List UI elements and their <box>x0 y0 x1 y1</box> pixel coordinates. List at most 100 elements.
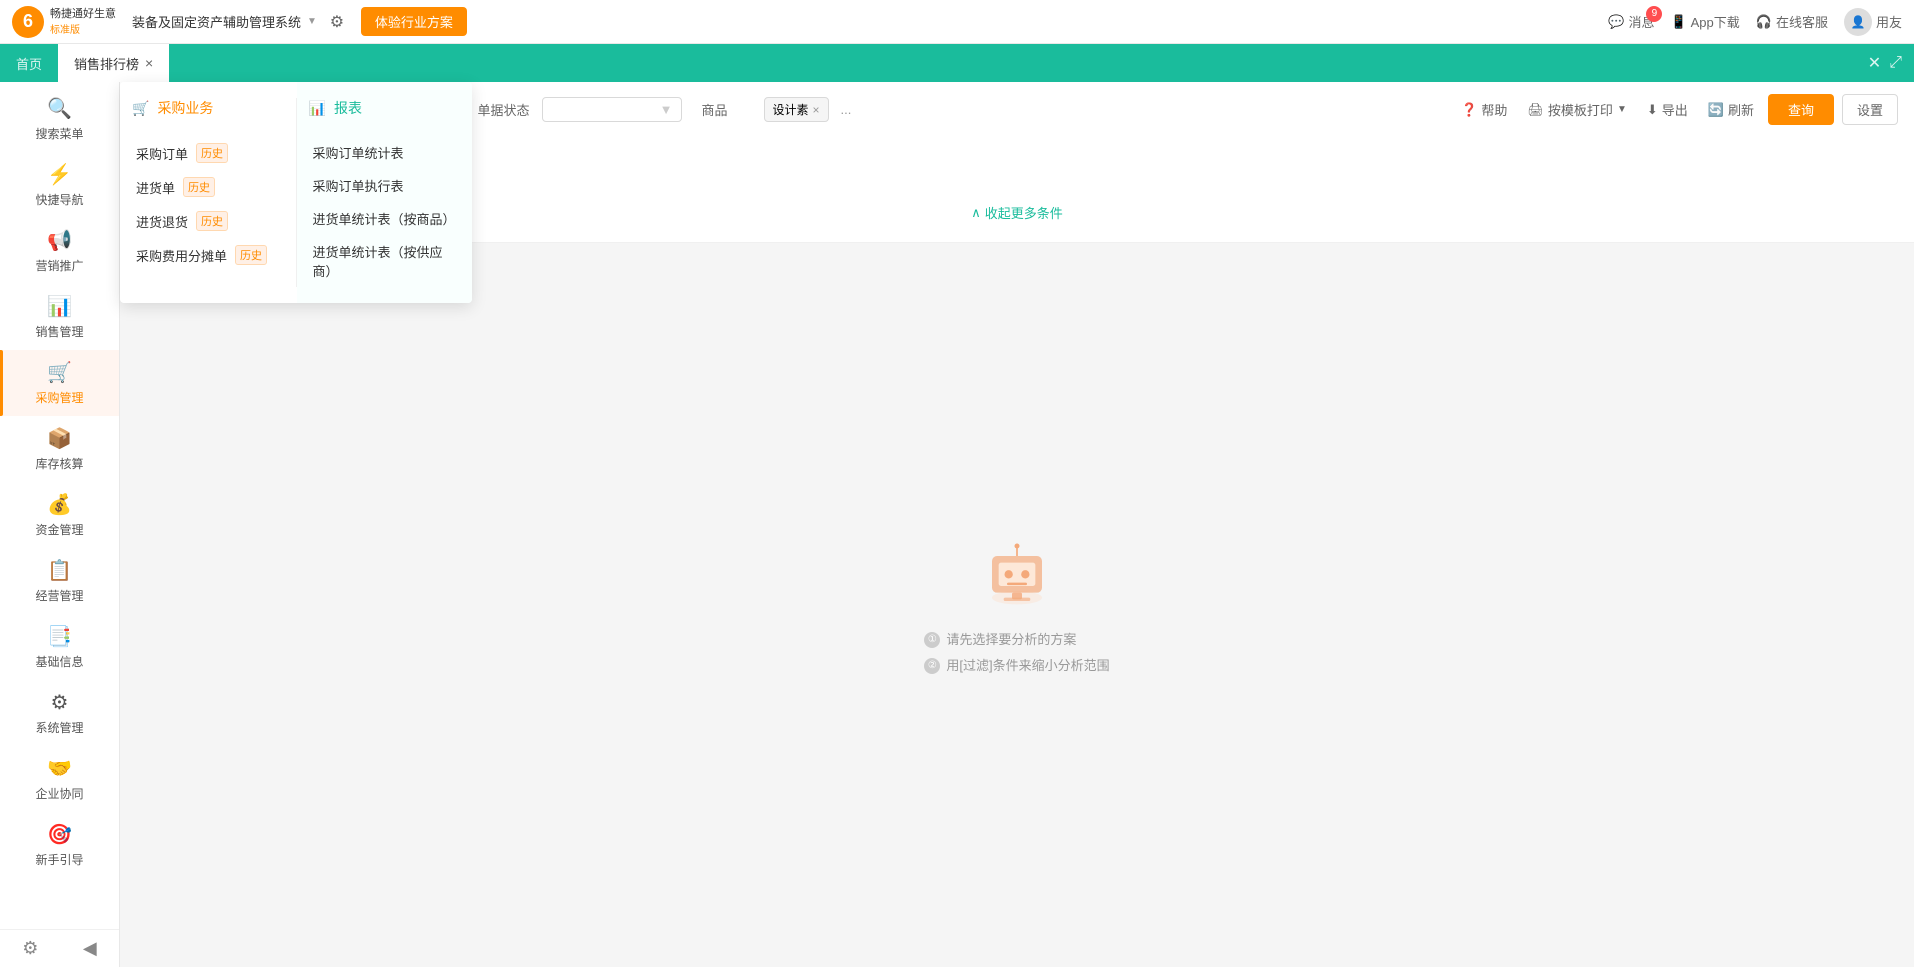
sidebar-item-basic-info[interactable]: 📑 基础信息 <box>0 614 119 680</box>
empty-illustration <box>967 531 1067 611</box>
goods-stat-by-product-label: 进货单统计表（按商品） <box>313 209 456 228</box>
tab-home[interactable]: 首页 <box>0 44 58 82</box>
app-label: App下载 <box>1691 12 1740 31</box>
report-section-header: 📊 报表 <box>309 98 461 124</box>
menu-item-goods-return[interactable]: 进货退货 历史 <box>132 204 284 238</box>
export-button[interactable]: ⬇ 导出 <box>1641 96 1694 123</box>
menu-item-purchase-order-stat[interactable]: 采购订单统计表 <box>309 136 461 169</box>
help-button[interactable]: ❓ 帮助 <box>1455 96 1513 123</box>
tip-text-1: 请先选择要分析的方案 <box>946 627 1076 653</box>
tab-close-icon[interactable]: × <box>145 55 153 71</box>
menu-item-purchase-expense[interactable]: 采购费用分摊单 历史 <box>132 238 284 272</box>
report-section-title: 报表 <box>334 98 362 118</box>
brand-name: 畅捷通好生意 <box>50 7 116 21</box>
purchase-order-history-tag: 历史 <box>196 143 228 163</box>
system-title-area[interactable]: 装备及固定资产辅助管理系统 ▼ <box>132 12 317 31</box>
menu-item-goods-stat-by-product[interactable]: 进货单统计表（按商品） <box>309 202 461 235</box>
search-icon: 🔍 <box>47 96 72 121</box>
sidebar-item-quick-nav-label: 快捷导航 <box>35 191 83 208</box>
message-button[interactable]: 💬 消息 9 <box>1608 12 1654 31</box>
print-button[interactable]: 🖨 按模板打印 ▼ <box>1521 96 1632 123</box>
purchase-order-label: 采购订单 <box>136 144 188 163</box>
sidebar-item-enterprise-label: 企业协同 <box>35 785 83 802</box>
inventory-icon: 📦 <box>47 426 72 451</box>
guide-icon: 🎯 <box>47 822 72 847</box>
industry-button[interactable]: 体验行业方案 <box>361 7 467 36</box>
quick-nav-icon: ⚡ <box>47 162 72 187</box>
sidebar-item-basic-info-label: 基础信息 <box>35 653 83 670</box>
sidebar-item-operations-label: 经营管理 <box>35 587 83 604</box>
purchase-expense-label: 采购费用分摊单 <box>136 246 227 265</box>
finance-icon: 💰 <box>47 492 72 517</box>
headset-icon: 🎧 <box>1756 14 1772 30</box>
export-label: 导出 <box>1662 100 1688 119</box>
sidebar-item-search[interactable]: 🔍 搜索菜单 <box>0 86 119 152</box>
sidebar: 🔍 搜索菜单 ⚡ 快捷导航 📢 营销推广 📊 销售管理 🛒 采购管理 📦 库存核… <box>0 82 120 967</box>
print-icon: 🖨 <box>1527 102 1544 118</box>
sales-icon: 📊 <box>47 294 72 319</box>
settings-button[interactable]: 设置 <box>1842 94 1898 125</box>
operations-icon: 📋 <box>47 558 72 583</box>
sidebar-item-marketing-label: 营销推广 <box>35 257 83 274</box>
tab-expand-icon[interactable]: ⤢ <box>1889 54 1902 72</box>
tip-item-2: ② 用[过滤]条件来缩小分析范围 <box>924 653 1109 679</box>
menu-item-purchase-order-exec[interactable]: 采购订单执行表 <box>309 169 461 202</box>
sidebar-item-inventory[interactable]: 📦 库存核算 <box>0 416 119 482</box>
print-dropdown-icon: ▼ <box>1617 104 1627 115</box>
collapse-label: 收起更多条件 <box>985 203 1063 222</box>
purchase-section-title: 采购业务 <box>157 98 213 118</box>
product-tag-close-icon[interactable]: × <box>813 103 820 117</box>
sidebar-item-inventory-label: 库存核算 <box>35 455 83 472</box>
goods-return-label: 进货退货 <box>136 212 188 231</box>
sidebar-item-system[interactable]: ⚙ 系统管理 <box>0 680 119 746</box>
sidebar-item-guide[interactable]: 🎯 新手引导 <box>0 812 119 878</box>
purchase-order-exec-label: 采购订单执行表 <box>313 176 404 195</box>
purchase-expense-history-tag: 历史 <box>235 245 267 265</box>
sidebar-item-enterprise[interactable]: 🤝 企业协同 <box>0 746 119 812</box>
tip-num-2: ② <box>924 658 940 674</box>
sidebar-collapse-btn[interactable]: ◀ <box>83 938 97 959</box>
tab-close-all-icon[interactable]: ✕ <box>1868 53 1881 73</box>
user-area[interactable]: 👤 用友 <box>1844 8 1902 36</box>
online-service-button[interactable]: 🎧 在线客服 <box>1756 12 1828 31</box>
refresh-icon: 🔄 <box>1708 102 1724 118</box>
sidebar-item-finance[interactable]: 💰 资金管理 <box>0 482 119 548</box>
sidebar-bottom: ⚙ ◀ <box>0 929 119 967</box>
product-more-btn[interactable]: ... <box>841 102 852 117</box>
query-button[interactable]: 查询 <box>1768 94 1834 125</box>
message-badge: 9 <box>1646 6 1662 22</box>
sidebar-item-operations[interactable]: 📋 经营管理 <box>0 548 119 614</box>
doc-status-select[interactable]: ▼ <box>542 97 682 122</box>
app-download-button[interactable]: 📱 App下载 <box>1670 12 1739 31</box>
sidebar-item-quick-nav[interactable]: ⚡ 快捷导航 <box>0 152 119 218</box>
tip-num-1: ① <box>924 632 940 648</box>
product-label: 商品 <box>702 100 752 119</box>
sidebar-item-sales[interactable]: 📊 销售管理 <box>0 284 119 350</box>
system-title-text: 装备及固定资产辅助管理系统 <box>132 12 301 31</box>
toolbar-right: ❓ 帮助 🖨 按模板打印 ▼ ⬇ 导出 🔄 刷新 <box>1455 94 1898 125</box>
purchase-business-col: 🛒 采购业务 采购订单 历史 进货单 历史 进货退货 历史 采购费用分摊单 历史 <box>120 82 296 303</box>
sidebar-item-search-label: 搜索菜单 <box>35 125 83 142</box>
sidebar-item-system-label: 系统管理 <box>35 719 83 736</box>
dropdown-menu-inner: 🛒 采购业务 采购订单 历史 进货单 历史 进货退货 历史 采购费用分摊单 历史 <box>120 82 472 303</box>
enterprise-icon: 🤝 <box>47 756 72 781</box>
header-right: 💬 消息 9 📱 App下载 🎧 在线客服 👤 用友 <box>1608 8 1902 36</box>
menu-item-goods-receipt[interactable]: 进货单 历史 <box>132 170 284 204</box>
menu-item-purchase-order[interactable]: 采购订单 历史 <box>132 136 284 170</box>
sidebar-item-marketing[interactable]: 📢 营销推广 <box>0 218 119 284</box>
sidebar-item-finance-label: 资金管理 <box>35 521 83 538</box>
gear-button[interactable]: ⚙ <box>323 8 351 36</box>
product-filter-tag: 设计素 × <box>764 97 829 122</box>
tab-home-label: 首页 <box>16 54 42 73</box>
purchase-section-header: 🛒 采购业务 <box>132 98 284 124</box>
empty-state: ① 请先选择要分析的方案 ② 用[过滤]条件来缩小分析范围 <box>120 243 1914 967</box>
menu-item-goods-stat-by-supplier[interactable]: 进货单统计表（按供应商） <box>309 235 461 287</box>
sidebar-item-sales-label: 销售管理 <box>35 323 83 340</box>
sidebar-item-purchase[interactable]: 🛒 采购管理 <box>0 350 119 416</box>
goods-stat-by-supplier-label: 进货单统计表（按供应商） <box>313 242 457 280</box>
refresh-button[interactable]: 🔄 刷新 <box>1702 96 1760 123</box>
tab-sales-rank[interactable]: 销售排行榜 × <box>58 44 169 82</box>
logo-char: 6 <box>23 11 33 32</box>
sidebar-settings-btn[interactable]: ⚙ <box>22 938 38 959</box>
report-section-icon: 📊 <box>309 100 326 117</box>
